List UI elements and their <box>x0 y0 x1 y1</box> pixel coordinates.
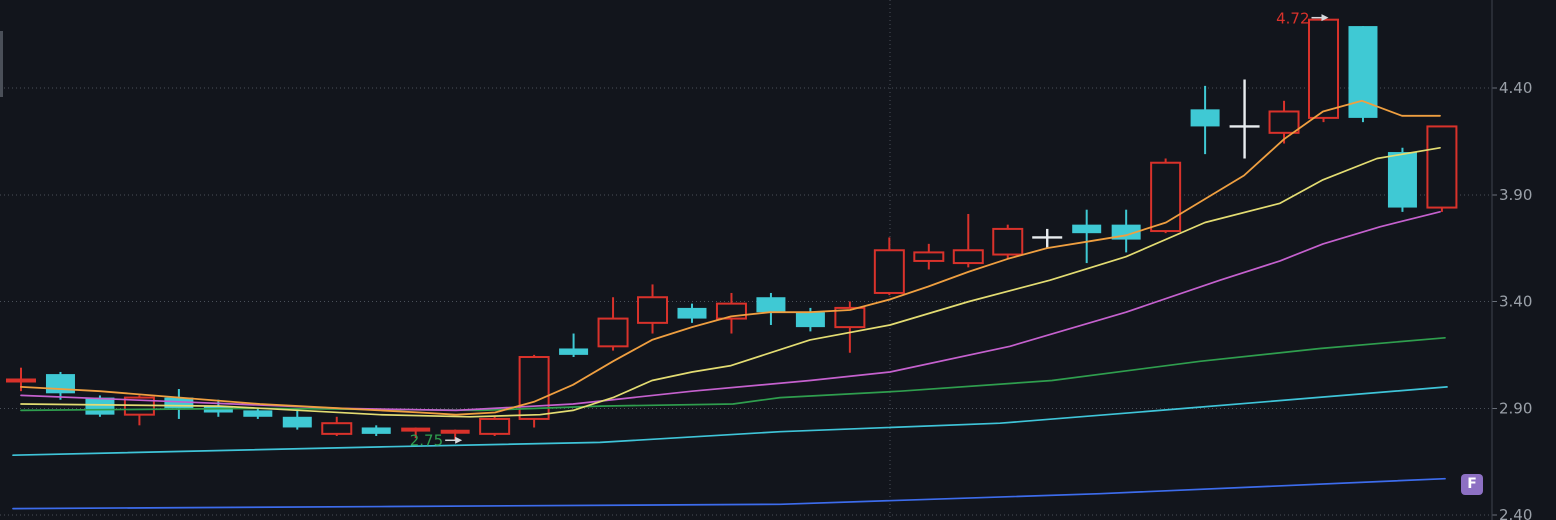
candle[interactable] <box>1268 100 1300 144</box>
y-axis-label: 3.40 <box>1499 293 1532 311</box>
candle[interactable] <box>715 292 747 334</box>
candle[interactable] <box>164 389 194 419</box>
candle[interactable] <box>243 408 273 419</box>
candle[interactable] <box>952 213 984 268</box>
candle[interactable] <box>1111 209 1141 253</box>
y-axis-label: 3.90 <box>1499 186 1532 204</box>
candle[interactable] <box>756 292 786 325</box>
candle[interactable] <box>992 224 1024 259</box>
fund-flag-badge[interactable]: F <box>1461 474 1483 495</box>
candle[interactable] <box>321 416 353 437</box>
candle[interactable] <box>518 354 550 428</box>
ma-blue <box>12 477 1446 510</box>
kline-chart[interactable]: 4.40 3.90 3.40 2.90 2.40 4.72 2.75 F <box>0 0 1556 520</box>
candle[interactable] <box>1426 125 1458 212</box>
y-axis-label: 2.90 <box>1499 399 1532 417</box>
candle[interactable] <box>282 410 312 430</box>
low-price-annotation: 2.75 <box>410 431 443 449</box>
candle[interactable] <box>637 284 669 334</box>
candle[interactable] <box>559 333 589 358</box>
ma-orange <box>20 99 1441 416</box>
candle[interactable] <box>597 297 629 351</box>
left-edge-strip <box>0 31 3 97</box>
kline-svg: 4.40 3.90 3.40 2.90 2.40 4.72 2.75 <box>0 0 1532 520</box>
candle[interactable] <box>1190 85 1220 155</box>
y-axis-label: 4.40 <box>1499 79 1532 97</box>
candle[interactable] <box>677 303 707 323</box>
low-annotation-arrowhead <box>455 436 463 444</box>
candle[interactable] <box>45 371 75 400</box>
ma-yellow <box>20 146 1441 418</box>
candle[interactable] <box>873 237 905 296</box>
candle[interactable] <box>1387 147 1417 212</box>
candle[interactable] <box>1348 26 1378 123</box>
candle[interactable] <box>913 243 945 270</box>
high-price-annotation: 4.72 <box>1276 10 1309 28</box>
candle[interactable] <box>479 416 511 437</box>
candle[interactable] <box>1308 18 1340 123</box>
candle[interactable] <box>1229 79 1260 159</box>
candle[interactable] <box>361 425 391 437</box>
candle[interactable] <box>1032 228 1063 249</box>
ma-cyan <box>12 386 1448 457</box>
y-axis-label: 2.40 <box>1499 506 1532 520</box>
candle[interactable] <box>1072 209 1102 264</box>
ma-green <box>20 336 1446 412</box>
